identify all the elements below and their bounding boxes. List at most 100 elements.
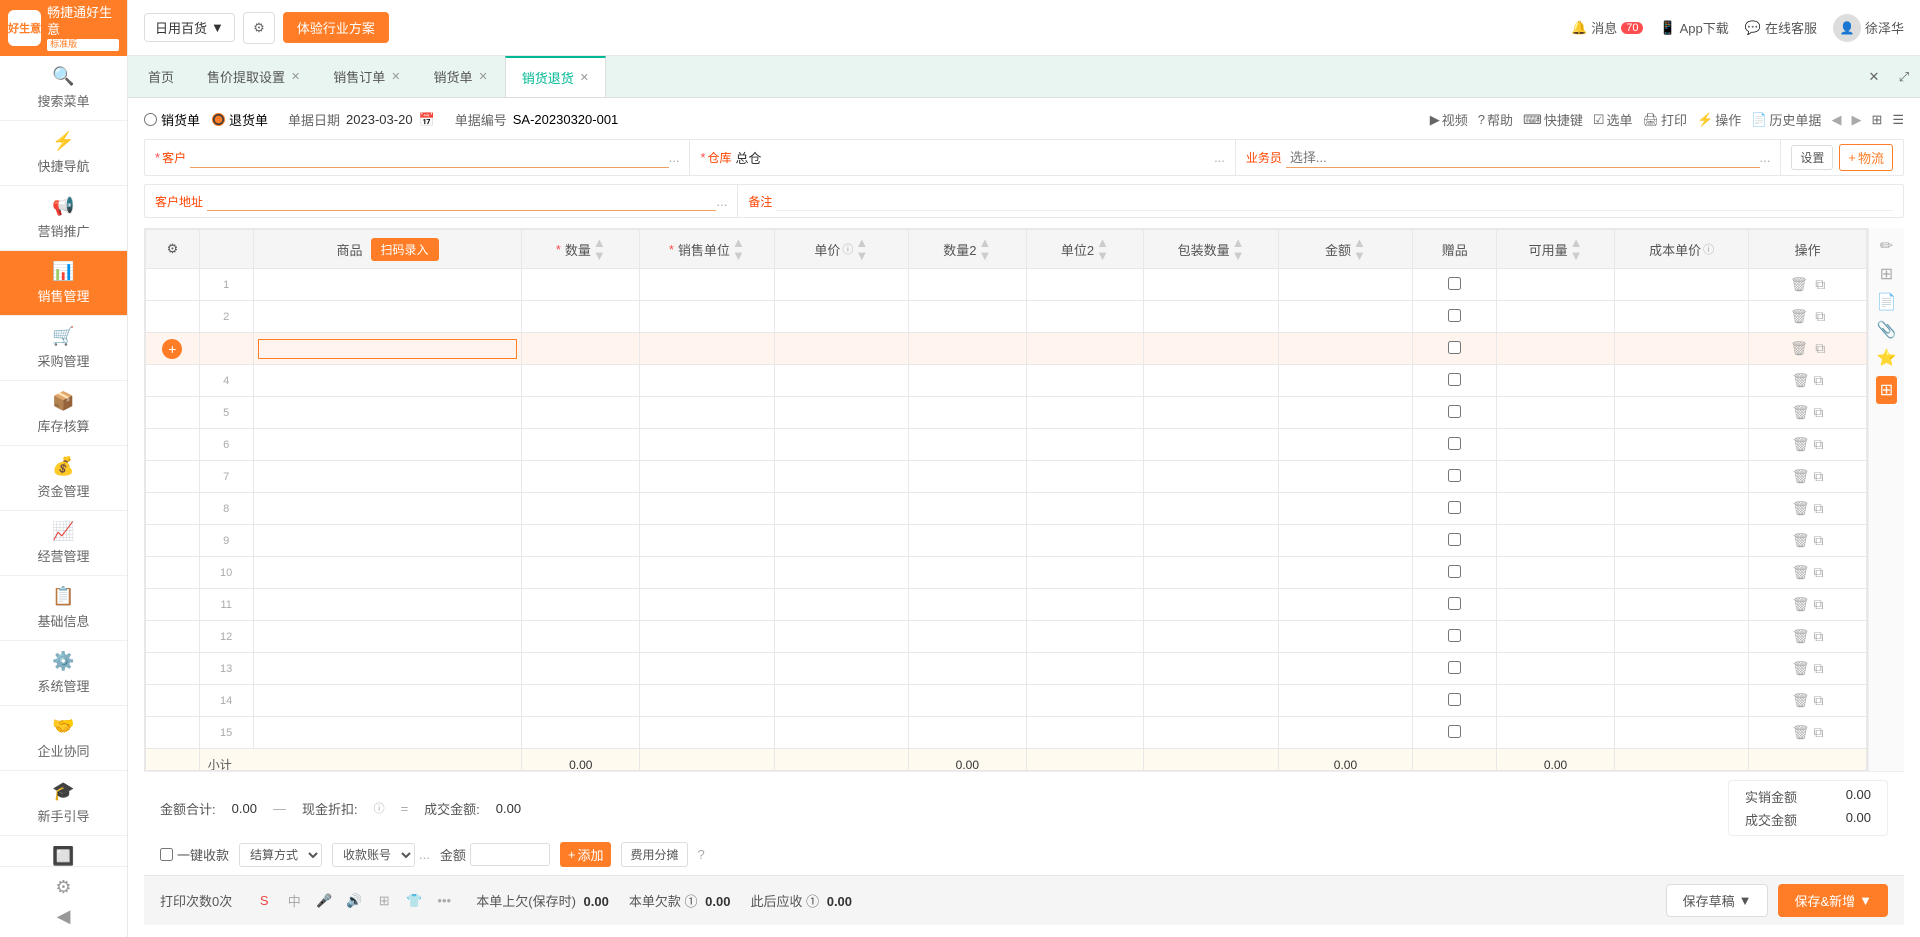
row-product[interactable] [253, 269, 522, 301]
row-cost[interactable] [1614, 269, 1748, 301]
toolbar-icon-grid[interactable]: ⊞ [372, 889, 396, 913]
settings-button[interactable]: 设置 [1791, 145, 1833, 170]
tab-sales-return[interactable]: 销货退货 ✕ [505, 56, 606, 97]
sidebar-item-appcenter[interactable]: 🔲 应用中心 [0, 836, 127, 866]
amount-input[interactable] [470, 843, 550, 866]
experience-button[interactable]: 体验行业方案 [283, 12, 389, 43]
row-pack-active[interactable] [1144, 333, 1278, 365]
row-product-active[interactable] [253, 333, 522, 365]
sidebar-item-enterprise[interactable]: 🤝 企业协同 [0, 706, 127, 771]
gift-checkbox[interactable] [1448, 533, 1461, 546]
account-select[interactable]: 收款账号 [332, 843, 415, 867]
sidebar-item-inventory[interactable]: 📦 库存核算 [0, 381, 127, 446]
toolbar-icon-zhong[interactable]: 中 [282, 889, 306, 913]
salesperson-input[interactable] [1286, 148, 1760, 168]
address-dots[interactable]: ... [716, 194, 727, 209]
help-link[interactable]: ? 帮助 [1478, 110, 1513, 129]
row-unit[interactable] [640, 269, 774, 301]
copy-row-button[interactable]: ⧉ [1812, 498, 1826, 519]
copy-row-button[interactable]: ⧉ [1812, 466, 1826, 487]
copy-row-button[interactable]: ⧉ [1812, 658, 1826, 679]
row-amount-active[interactable] [1278, 333, 1412, 365]
customer-dots[interactable]: ... [669, 150, 680, 165]
panel-table-icon[interactable]: ⊞ [1880, 264, 1893, 284]
delete-row-button[interactable]: 🗑 [1790, 530, 1812, 551]
tab-sales-return-close[interactable]: ✕ [580, 71, 589, 84]
notifications-button[interactable]: 🔔 消息 70 [1571, 18, 1643, 37]
copy-row-button[interactable]: ⧉ [1812, 434, 1826, 455]
copy-row-button[interactable]: ⧉ [1812, 530, 1826, 551]
tab-sales-order[interactable]: 销售订单 ✕ [317, 57, 417, 96]
panel-attachment-icon[interactable]: 📎 [1877, 320, 1897, 340]
shortcuts-link[interactable]: ⌨ 快捷键 [1523, 110, 1583, 129]
toolbar-icon-mic[interactable]: 🎤 [312, 889, 336, 913]
gift-checkbox[interactable] [1448, 693, 1461, 706]
view-card-button[interactable]: ⊞ [1871, 112, 1882, 128]
row-amount[interactable] [1278, 269, 1412, 301]
topbar-settings-button[interactable]: ⚙ [243, 12, 275, 44]
sidebar-item-finance[interactable]: 💰 资金管理 [0, 446, 127, 511]
toolbar-icon-voice[interactable]: 🔊 [342, 889, 366, 913]
row-qty2[interactable] [909, 301, 1027, 333]
sidebar-item-search[interactable]: 🔍 搜索菜单 [0, 56, 127, 121]
gift-checkbox[interactable] [1448, 469, 1461, 482]
radio-delivery-input[interactable] [144, 113, 157, 126]
row-product[interactable] [253, 301, 522, 333]
sidebar-item-purchase[interactable]: 🛒 采购管理 [0, 316, 127, 381]
tab-price-settings-close[interactable]: ✕ [291, 70, 300, 83]
copy-row-button[interactable]: ⧉ [1812, 594, 1826, 615]
copy-row-button[interactable]: ⧉ [1813, 274, 1827, 295]
copy-row-button[interactable]: ⧉ [1812, 626, 1826, 647]
row-qty-active[interactable] [522, 333, 640, 365]
calendar-icon[interactable]: 📅 [419, 112, 435, 128]
gift-checkbox[interactable] [1448, 437, 1461, 450]
row-cost[interactable] [1614, 301, 1748, 333]
toolbar-icon-more[interactable]: ••• [432, 889, 456, 913]
gift-checkbox[interactable] [1448, 597, 1461, 610]
delete-row-button[interactable]: 🗑 [1790, 562, 1812, 583]
tab-sales-delivery[interactable]: 销货单 ✕ [417, 57, 504, 96]
gift-checkbox[interactable] [1448, 501, 1461, 514]
row-unit2-active[interactable] [1026, 333, 1144, 365]
copy-row-button[interactable]: ⧉ [1813, 338, 1827, 359]
settle-select[interactable]: 结算方式 [239, 843, 322, 867]
collapse-icon[interactable]: ◀ [57, 906, 71, 927]
row-pack[interactable] [1144, 269, 1278, 301]
delete-row-button[interactable]: 🗑 [1790, 498, 1812, 519]
row-qty[interactable] [522, 301, 640, 333]
gift-checkbox[interactable] [1448, 629, 1461, 642]
one-click-checkbox-input[interactable] [160, 848, 173, 861]
row-avail[interactable] [1497, 269, 1615, 301]
radio-return-input[interactable] [212, 113, 225, 126]
row-avail-active[interactable] [1497, 333, 1615, 365]
gift-checkbox[interactable] [1448, 405, 1461, 418]
tab-expand-button[interactable]: ⤢ [1892, 65, 1916, 89]
delete-row-button[interactable]: 🗑 [1790, 434, 1812, 455]
copy-row-button[interactable]: ⧉ [1812, 690, 1826, 711]
sidebar-item-newguide[interactable]: 🎓 新手引导 [0, 771, 127, 836]
panel-home-icon[interactable]: ⊞ [1876, 376, 1897, 404]
panel-edit-icon[interactable]: ✏ [1880, 236, 1893, 256]
delete-row-button[interactable]: 🗑 [1790, 370, 1812, 391]
tab-price-settings[interactable]: 售价提取设置 ✕ [191, 57, 317, 96]
tab-close-all-button[interactable]: ✕ [1862, 65, 1886, 89]
operate-link[interactable]: ⚡ 操作 [1697, 110, 1741, 129]
account-dots[interactable]: ... [419, 847, 430, 862]
row-price[interactable] [774, 301, 908, 333]
delete-row-button[interactable]: 🗑 [1788, 338, 1810, 359]
delete-row-button[interactable]: 🗑 [1790, 626, 1812, 647]
copy-row-button[interactable]: ⧉ [1812, 402, 1826, 423]
user-menu[interactable]: 👤 徐泽华 [1833, 14, 1904, 42]
gift-checkbox[interactable] [1448, 341, 1461, 354]
one-click-payment-checkbox[interactable]: 一键收款 [160, 845, 229, 864]
sidebar-item-marketing[interactable]: 📢 营销推广 [0, 186, 127, 251]
delete-row-button[interactable]: 🗑 [1790, 466, 1812, 487]
gift-checkbox[interactable] [1448, 725, 1461, 738]
row-unit2[interactable] [1026, 301, 1144, 333]
sidebar-item-sales[interactable]: 📊 销售管理 [0, 251, 127, 316]
product-input-active[interactable] [258, 339, 518, 359]
toolbar-icon-shirt[interactable]: 👕 [402, 889, 426, 913]
panel-doc-icon[interactable]: 📄 [1877, 292, 1897, 312]
nav-next-icon[interactable]: ▶ [1851, 112, 1861, 128]
sidebar-item-basic[interactable]: 📋 基础信息 [0, 576, 127, 641]
